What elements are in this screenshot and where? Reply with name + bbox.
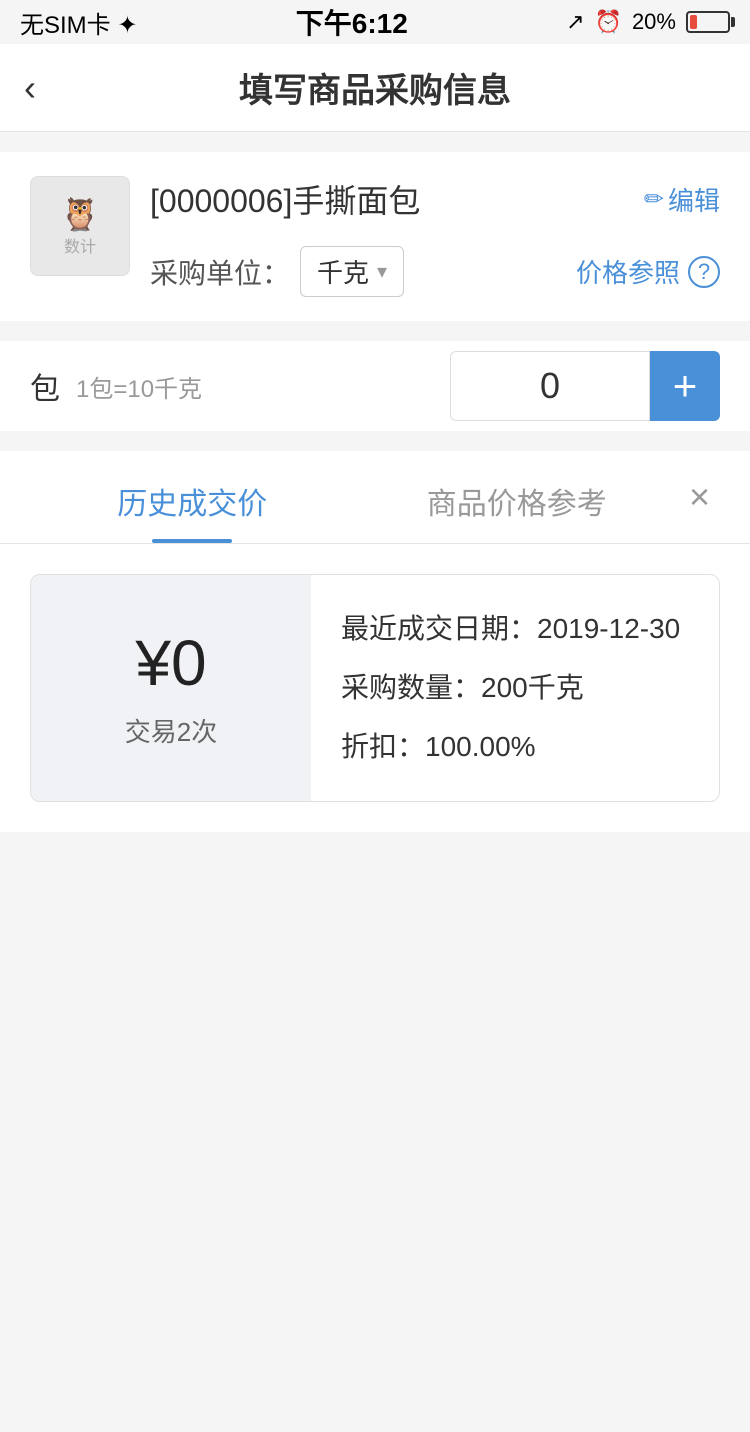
status-time: 下午6:12	[296, 2, 408, 42]
tab-close-button[interactable]: ×	[679, 456, 720, 538]
product-header: 🦉 数计 [0000006]手撕面包 ✏ 编辑 采购单位： 千克	[30, 176, 720, 297]
discount-label: 折扣：	[341, 731, 425, 762]
tab-history-price[interactable]: 历史成交价	[30, 451, 354, 543]
product-name: [0000006]手撕面包	[150, 176, 420, 222]
unit-select[interactable]: 千克 ▾	[300, 246, 404, 297]
quantity-plus-button[interactable]: +	[650, 351, 720, 421]
logo-subtext: 数计	[64, 233, 96, 257]
nav-bar: ‹ 填写商品采购信息	[0, 44, 750, 132]
status-bar: 无SIM卡 ✦ 下午6:12 ↗ ⏰ 20%	[0, 0, 750, 44]
product-name-text: 手撕面包	[292, 183, 420, 219]
purchase-qty-value: 200千克	[481, 672, 584, 703]
unit-value: 千克	[317, 253, 369, 290]
quantity-row: 包 1包=10千克 +	[0, 341, 750, 431]
quantity-label-group: 包 1包=10千克	[30, 364, 202, 408]
tabs-content: ¥0 交易2次 最近成交日期：2019-12-30 采购数量：200千克 折扣：…	[0, 544, 750, 832]
battery-percent: 20%	[632, 9, 676, 35]
product-logo-icon: 🦉 数计	[60, 195, 100, 257]
tabs-header: 历史成交价 商品价格参考 ×	[0, 451, 750, 544]
product-card: 🦉 数计 [0000006]手撕面包 ✏ 编辑 采购单位： 千克	[0, 152, 750, 321]
product-logo: 🦉 数计	[30, 176, 130, 276]
quantity-input-group: +	[450, 351, 720, 421]
status-left: 无SIM卡 ✦	[20, 5, 137, 40]
price-card-right: 最近成交日期：2019-12-30 采购数量：200千克 折扣：100.00%	[311, 575, 719, 801]
price-ref-button[interactable]: 价格参照 ?	[576, 253, 720, 290]
product-title-row: [0000006]手撕面包 ✏ 编辑	[150, 176, 720, 222]
recent-date-value: 2019-12-30	[537, 613, 680, 644]
bottom-space	[0, 832, 750, 1432]
unit-sub: 1包=10千克	[76, 369, 202, 404]
unit-big: 包	[30, 364, 60, 408]
navigation-icon: ↗	[566, 9, 584, 35]
discount-value: 100.00%	[425, 731, 536, 762]
price-ref-label: 价格参照	[576, 253, 680, 290]
help-icon: ?	[688, 256, 720, 288]
alarm-icon: ⏰	[595, 9, 622, 35]
page-title: 填写商品采购信息	[239, 63, 511, 112]
unit-label: 采购单位：	[150, 252, 290, 292]
edit-icon: ✏	[644, 185, 664, 214]
quantity-input[interactable]	[450, 351, 650, 421]
edit-label: 编辑	[668, 181, 720, 218]
price-card-left: ¥0 交易2次	[31, 575, 311, 801]
price-detail-discount: 折扣：100.00%	[341, 727, 689, 766]
tab-product-price-ref[interactable]: 商品价格参考	[354, 451, 678, 543]
chevron-down-icon: ▾	[377, 259, 387, 284]
product-unit-row: 采购单位： 千克 ▾ 价格参照 ?	[150, 246, 720, 297]
price-card: ¥0 交易2次 最近成交日期：2019-12-30 采购数量：200千克 折扣：…	[30, 574, 720, 802]
price-detail-qty: 采购数量：200千克	[341, 668, 689, 707]
battery-icon	[686, 11, 730, 33]
edit-button[interactable]: ✏ 编辑	[644, 181, 720, 218]
product-id: [0000006]	[150, 183, 292, 219]
back-button[interactable]: ‹	[24, 67, 36, 109]
carrier-text: 无SIM卡 ✦	[20, 5, 137, 40]
unit-left: 采购单位： 千克 ▾	[150, 246, 404, 297]
recent-date-label: 最近成交日期：	[341, 613, 537, 644]
price-amount: ¥0	[135, 626, 206, 700]
price-trade-count: 交易2次	[125, 712, 217, 749]
status-right: ↗ ⏰ 20%	[566, 9, 730, 35]
tabs-panel: 历史成交价 商品价格参考 × ¥0 交易2次 最近成交日期：2019-12-30…	[0, 451, 750, 832]
purchase-qty-label: 采购数量：	[341, 672, 481, 703]
owl-icon: 🦉	[60, 195, 100, 233]
product-info: [0000006]手撕面包 ✏ 编辑 采购单位： 千克 ▾ 价格参照 ?	[150, 176, 720, 297]
price-detail-date: 最近成交日期：2019-12-30	[341, 609, 689, 648]
